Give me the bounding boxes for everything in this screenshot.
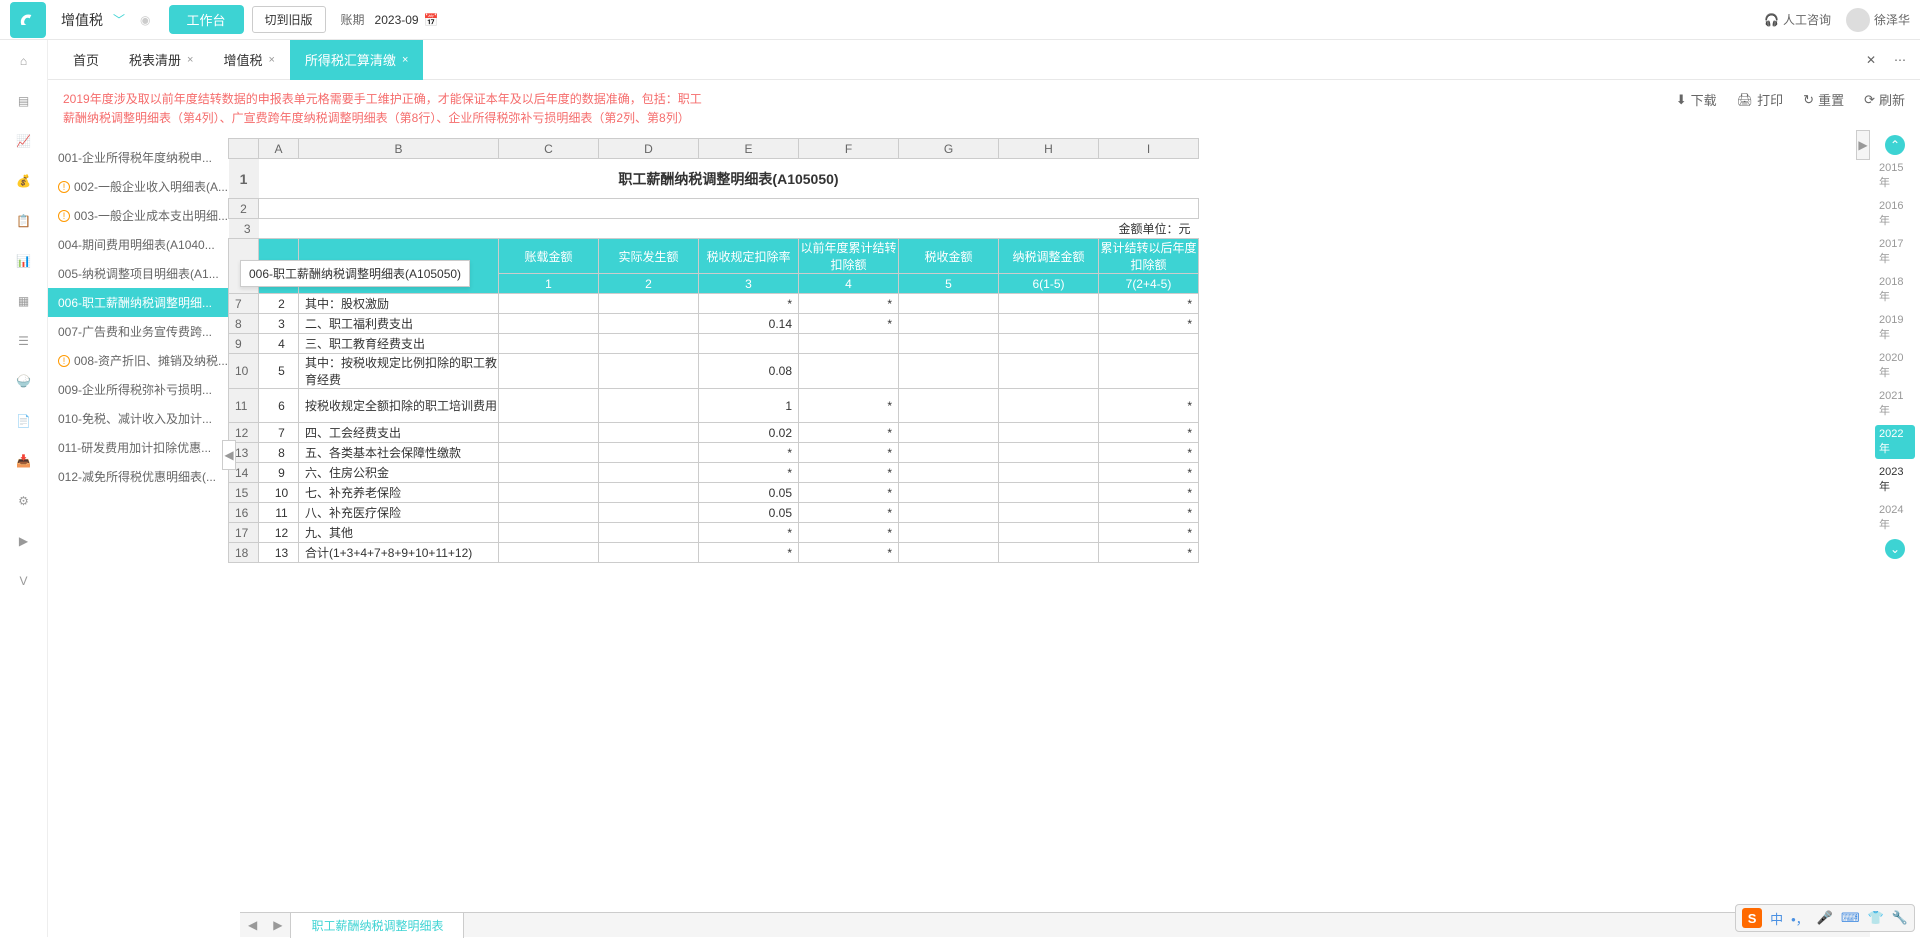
- tab-home[interactable]: 首页: [58, 40, 114, 80]
- period-value[interactable]: 2023-09: [375, 13, 419, 27]
- warning-icon: !: [58, 355, 70, 367]
- form-item[interactable]: 001-企业所得税年度纳税申...: [48, 143, 228, 172]
- warning-icon: !: [58, 181, 70, 193]
- reset-button[interactable]: ↻ 重置: [1803, 90, 1844, 109]
- sheet-nav-prev[interactable]: ▶: [265, 918, 290, 932]
- tab-tax-list[interactable]: 税表清册×: [114, 40, 208, 80]
- collapse-panel-button[interactable]: ◀: [222, 440, 236, 470]
- year-button[interactable]: 2020年: [1875, 349, 1915, 383]
- nav-gear-icon[interactable]: ⚙: [13, 490, 35, 512]
- close-icon[interactable]: ×: [268, 54, 274, 66]
- form-item[interactable]: 012-减免所得税优惠明细表(...: [48, 462, 228, 491]
- calendar-icon[interactable]: 📅: [424, 13, 439, 27]
- workbench-button[interactable]: 工作台: [169, 5, 244, 34]
- year-button[interactable]: 2017年: [1875, 235, 1915, 269]
- year-button-active[interactable]: 2022年: [1875, 425, 1915, 459]
- ime-mic-icon[interactable]: 🎤: [1817, 910, 1833, 926]
- expand-panel-button[interactable]: ▶: [1856, 130, 1870, 160]
- form-item[interactable]: 005-纳税调整项目明细表(A1...: [48, 259, 228, 288]
- year-button[interactable]: 2018年: [1875, 273, 1915, 307]
- form-item-active[interactable]: 006-职工薪酬纳税调整明细...: [48, 288, 228, 317]
- chevron-down-icon[interactable]: ﹀: [113, 11, 125, 28]
- ime-lang[interactable]: 中: [1770, 909, 1783, 928]
- year-up-button[interactable]: ⌃: [1885, 135, 1905, 155]
- form-item[interactable]: !008-资产折旧、摊销及纳税...: [48, 346, 228, 375]
- tabs-more-icon[interactable]: ⋯: [1890, 49, 1910, 71]
- nav-report-icon[interactable]: 📊: [13, 250, 35, 272]
- nav-file-icon[interactable]: 📄: [13, 410, 35, 432]
- tab-income-tax[interactable]: 所得税汇算清缴×: [290, 40, 423, 80]
- year-button[interactable]: 2021年: [1875, 387, 1915, 421]
- ime-keyboard-icon[interactable]: ⌨: [1841, 910, 1860, 926]
- form-item[interactable]: 010-免税、减计收入及加计...: [48, 404, 228, 433]
- nav-chart-icon[interactable]: 📈: [13, 130, 35, 152]
- switch-old-button[interactable]: 切到旧版: [252, 6, 326, 33]
- nav-v-icon[interactable]: V: [13, 570, 35, 592]
- warning-icon: !: [58, 210, 70, 222]
- consult-link[interactable]: 🎧 人工咨询: [1764, 11, 1831, 28]
- form-item[interactable]: 011-研发费用加计扣除优惠...: [48, 433, 228, 462]
- form-item[interactable]: 004-期间费用明细表(A1040...: [48, 230, 228, 259]
- form-tooltip: 006-职工薪酬纳税调整明细表(A105050): [240, 260, 470, 287]
- ime-punct-icon[interactable]: •，: [1791, 909, 1809, 928]
- nav-video-icon[interactable]: ▶: [13, 530, 35, 552]
- nav-form-icon[interactable]: ▦: [13, 290, 35, 312]
- year-button[interactable]: 2023年: [1875, 463, 1915, 497]
- user-menu[interactable]: 徐泽华: [1846, 8, 1910, 32]
- ime-tool-icon[interactable]: 🔧: [1892, 910, 1908, 926]
- year-button[interactable]: 2015年: [1875, 159, 1915, 193]
- app-logo[interactable]: [10, 2, 46, 38]
- ime-logo-icon: S: [1742, 908, 1762, 928]
- print-button[interactable]: 🖨 打印: [1737, 90, 1784, 109]
- year-button[interactable]: 2016年: [1875, 197, 1915, 231]
- form-item[interactable]: 009-企业所得税弥补亏损明...: [48, 375, 228, 404]
- tab-vat[interactable]: 增值税×: [208, 40, 289, 80]
- nav-home-icon[interactable]: ⌂: [13, 50, 35, 72]
- sheet-nav-first[interactable]: ◀: [240, 918, 265, 932]
- nav-clip-icon[interactable]: 📋: [13, 210, 35, 232]
- year-button[interactable]: 2024年: [1875, 501, 1915, 535]
- close-icon[interactable]: ×: [187, 54, 193, 66]
- year-button[interactable]: 2019年: [1875, 311, 1915, 345]
- refresh-button[interactable]: ⟳ 刷新: [1864, 90, 1905, 109]
- form-list: 001-企业所得税年度纳税申... !002-一般企业收入明细表(A... !0…: [48, 138, 228, 937]
- doc-icon[interactable]: ◉: [140, 13, 150, 27]
- tax-type-select[interactable]: 增值税: [61, 10, 103, 30]
- tabs-close-icon[interactable]: ✕: [1862, 49, 1880, 71]
- warning-text: 2019年度涉及取以前年度结转数据的申报表单元格需要手工维护正确，才能保证本年及…: [63, 90, 703, 128]
- period-label: 账期: [341, 11, 365, 28]
- year-down-button[interactable]: ⌄: [1885, 539, 1905, 559]
- form-item[interactable]: 007-广告费和业务宣传费跨...: [48, 317, 228, 346]
- nav-money-icon[interactable]: 💰: [13, 170, 35, 192]
- nav-doc-icon[interactable]: ▤: [13, 90, 35, 112]
- avatar-icon: [1846, 8, 1870, 32]
- nav-inbox-icon[interactable]: 📥: [13, 450, 35, 472]
- close-icon[interactable]: ×: [402, 54, 408, 66]
- nav-tax-icon[interactable]: 🍚: [13, 370, 35, 392]
- form-item[interactable]: !003-一般企业成本支出明细...: [48, 201, 228, 230]
- ime-skin-icon[interactable]: 👕: [1868, 910, 1884, 926]
- spreadsheet[interactable]: ABCDEFGHI1职工薪酬纳税调整明细表(A105050)23金额单位：元4行…: [228, 138, 1920, 937]
- sheet-tab[interactable]: 职工薪酬纳税调整明细表: [290, 912, 464, 938]
- ime-toolbar[interactable]: S 中 •， 🎤 ⌨ 👕 🔧: [1735, 904, 1915, 932]
- nav-list-icon[interactable]: ☰: [13, 330, 35, 352]
- form-item[interactable]: !002-一般企业收入明细表(A...: [48, 172, 228, 201]
- download-button[interactable]: ⬇ 下载: [1676, 90, 1717, 109]
